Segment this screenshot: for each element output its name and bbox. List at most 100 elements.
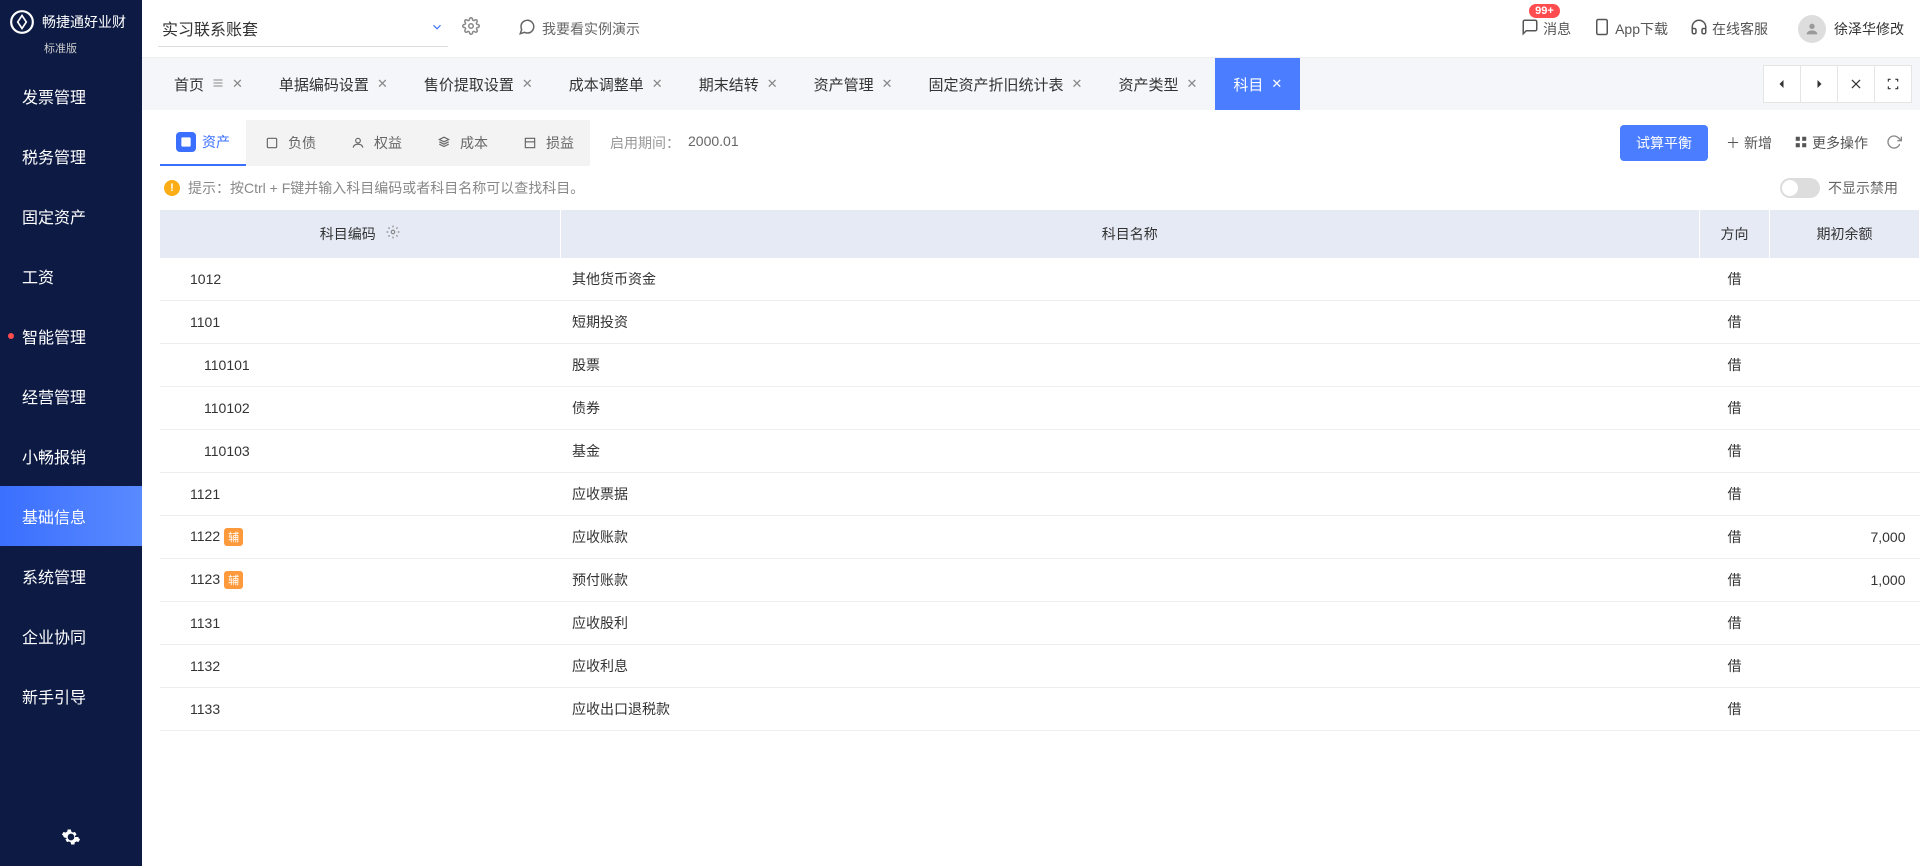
name-cell: 股票 — [560, 344, 1700, 387]
th-code: 科目编码 — [160, 210, 560, 258]
tab-5[interactable]: 资产管理 ✕ — [796, 58, 911, 110]
close-icon[interactable]: ✕ — [767, 76, 778, 92]
subtab-2[interactable]: 权益 — [332, 120, 418, 166]
subtab-label: 资产 — [202, 132, 230, 152]
column-settings-icon[interactable] — [386, 226, 400, 242]
trial-balance-button[interactable]: 试算平衡 — [1620, 125, 1708, 161]
tab-label: 固定资产折旧统计表 — [929, 74, 1064, 95]
sidebar-header: 畅捷通好业财 — [0, 0, 142, 40]
tab-0[interactable]: 首页 ✕ — [156, 58, 261, 110]
table-row[interactable]: 110102债券借 — [160, 387, 1920, 430]
subtab-label: 权益 — [374, 133, 402, 153]
table-row[interactable]: 1131应收股利借 — [160, 602, 1920, 645]
avatar-icon — [1798, 15, 1826, 43]
close-icon[interactable]: ✕ — [522, 76, 533, 92]
code-cell: 110101 — [160, 344, 560, 387]
sidebar-item-6[interactable]: 小畅报销 — [0, 426, 142, 486]
tab-label: 售价提取设置 — [424, 74, 514, 95]
brand-logo-icon — [8, 8, 36, 36]
tab-4[interactable]: 期末结转✕ — [681, 58, 796, 110]
tabsbar-controls — [1757, 65, 1912, 103]
topbar-right: 99+ 消息 App下载 在线客服 — [1521, 15, 1904, 43]
direction-cell: 借 — [1700, 688, 1770, 731]
tab-label: 首页 — [174, 74, 204, 95]
tab-7[interactable]: 资产类型 ✕ — [1100, 58, 1215, 110]
table-row[interactable]: 1122辅应收账款借7,000 — [160, 516, 1920, 559]
tab-1[interactable]: 单据编码设置✕ — [261, 58, 406, 110]
sidebar-item-3[interactable]: 工资 — [0, 246, 142, 306]
tab-fullscreen-icon[interactable] — [1874, 65, 1912, 103]
table-row[interactable]: 1121应收票据借 — [160, 473, 1920, 516]
tab-label: 资产管理 — [814, 74, 874, 95]
table-row[interactable]: 110103基金借 — [160, 430, 1920, 473]
chevron-down-icon — [430, 20, 444, 37]
tab-prev-icon[interactable] — [1763, 65, 1801, 103]
aux-tag: 辅 — [224, 528, 243, 546]
close-icon[interactable]: ✕ — [882, 76, 893, 92]
table-row[interactable]: 1123辅预付账款借1,000 — [160, 559, 1920, 602]
tab-close-all-icon[interactable] — [1837, 65, 1875, 103]
close-icon[interactable]: ✕ — [1186, 76, 1197, 92]
close-icon[interactable]: ✕ — [232, 76, 243, 92]
sidebar-item-label: 小畅报销 — [22, 444, 86, 468]
subtab-label: 负债 — [288, 133, 316, 153]
sidebar-item-8[interactable]: 系统管理 — [0, 546, 142, 606]
table-row[interactable]: 110101股票借 — [160, 344, 1920, 387]
sidebar-item-4[interactable]: 智能管理 — [0, 306, 142, 366]
demo-link[interactable]: 我要看实例演示 — [518, 18, 640, 39]
balance-cell: 7,000 — [1770, 516, 1920, 559]
tab-2[interactable]: 售价提取设置 ✕ — [406, 58, 551, 110]
table-row[interactable]: 1132应收利息借 — [160, 645, 1920, 688]
refresh-icon[interactable] — [1886, 134, 1902, 153]
code-cell: 110103 — [160, 430, 560, 473]
app-download-action[interactable]: App下载 — [1593, 18, 1668, 39]
subtab-0[interactable]: 资产 — [160, 120, 246, 166]
sidebar-item-label: 系统管理 — [22, 564, 86, 588]
settings-gear-icon[interactable] — [61, 831, 81, 851]
close-icon[interactable]: ✕ — [1271, 76, 1282, 92]
name-cell: 基金 — [560, 430, 1700, 473]
sidebar-item-0[interactable]: 发票管理 — [0, 66, 142, 126]
close-icon[interactable]: ✕ — [377, 76, 388, 92]
subtab-3[interactable]: 成本 — [418, 120, 504, 166]
balance-cell — [1770, 344, 1920, 387]
hide-disabled-toggle[interactable] — [1780, 178, 1820, 198]
table-row[interactable]: 1012其他货币资金借 — [160, 258, 1920, 301]
period-value: 2000.01 — [688, 133, 739, 153]
service-label: 在线客服 — [1712, 19, 1768, 39]
direction-cell: 借 — [1700, 301, 1770, 344]
service-action[interactable]: 在线客服 — [1690, 18, 1768, 39]
tab-6[interactable]: 固定资产折旧统计表 ✕ — [911, 58, 1101, 110]
close-icon[interactable]: ✕ — [652, 76, 663, 92]
code-cell: 1132 — [160, 645, 560, 688]
tab-8[interactable]: 科目 ✕ — [1215, 58, 1300, 110]
topbar: 实习联系账套 我要看实例演示 99+ — [142, 0, 1920, 58]
tab-label: 科目 — [1233, 74, 1263, 95]
sidebar-item-2[interactable]: 固定资产 — [0, 186, 142, 246]
subtab-1[interactable]: 负债 — [246, 120, 332, 166]
user-area[interactable]: 徐泽华修改 — [1798, 15, 1904, 43]
sidebar-item-7[interactable]: 基础信息 — [0, 486, 142, 546]
direction-cell: 借 — [1700, 387, 1770, 430]
sidebar-item-1[interactable]: 税务管理 — [0, 126, 142, 186]
tab-label: 资产类型 — [1118, 74, 1178, 95]
more-actions-button[interactable]: 更多操作 — [1790, 127, 1872, 159]
subtab-4[interactable]: 损益 — [504, 120, 590, 166]
add-button[interactable]: ＋ 新增 — [1722, 127, 1776, 159]
tab-3[interactable]: 成本调整单✕ — [551, 58, 681, 110]
account-select[interactable]: 实习联系账套 — [158, 10, 448, 47]
brand-name: 畅捷通好业财 — [42, 12, 126, 32]
subtab-icon — [520, 133, 540, 153]
sidebar-item-10[interactable]: 新手引导 — [0, 666, 142, 726]
sidebar-item-9[interactable]: 企业协同 — [0, 606, 142, 666]
tab-next-icon[interactable] — [1800, 65, 1838, 103]
table-row[interactable]: 1133应收出口退税款借 — [160, 688, 1920, 731]
subtab-icon — [348, 133, 368, 153]
close-icon[interactable]: ✕ — [1072, 76, 1083, 92]
table-row[interactable]: 1101短期投资借 — [160, 301, 1920, 344]
account-settings-icon[interactable] — [462, 17, 480, 40]
sidebar-item-5[interactable]: 经营管理 — [0, 366, 142, 426]
sidebar-footer — [0, 813, 142, 866]
table-wrap[interactable]: 科目编码 科目名称 方向 期初余额 1012其他货币资金借1101短期投资借11… — [142, 210, 1920, 866]
message-action[interactable]: 99+ 消息 — [1521, 18, 1571, 39]
